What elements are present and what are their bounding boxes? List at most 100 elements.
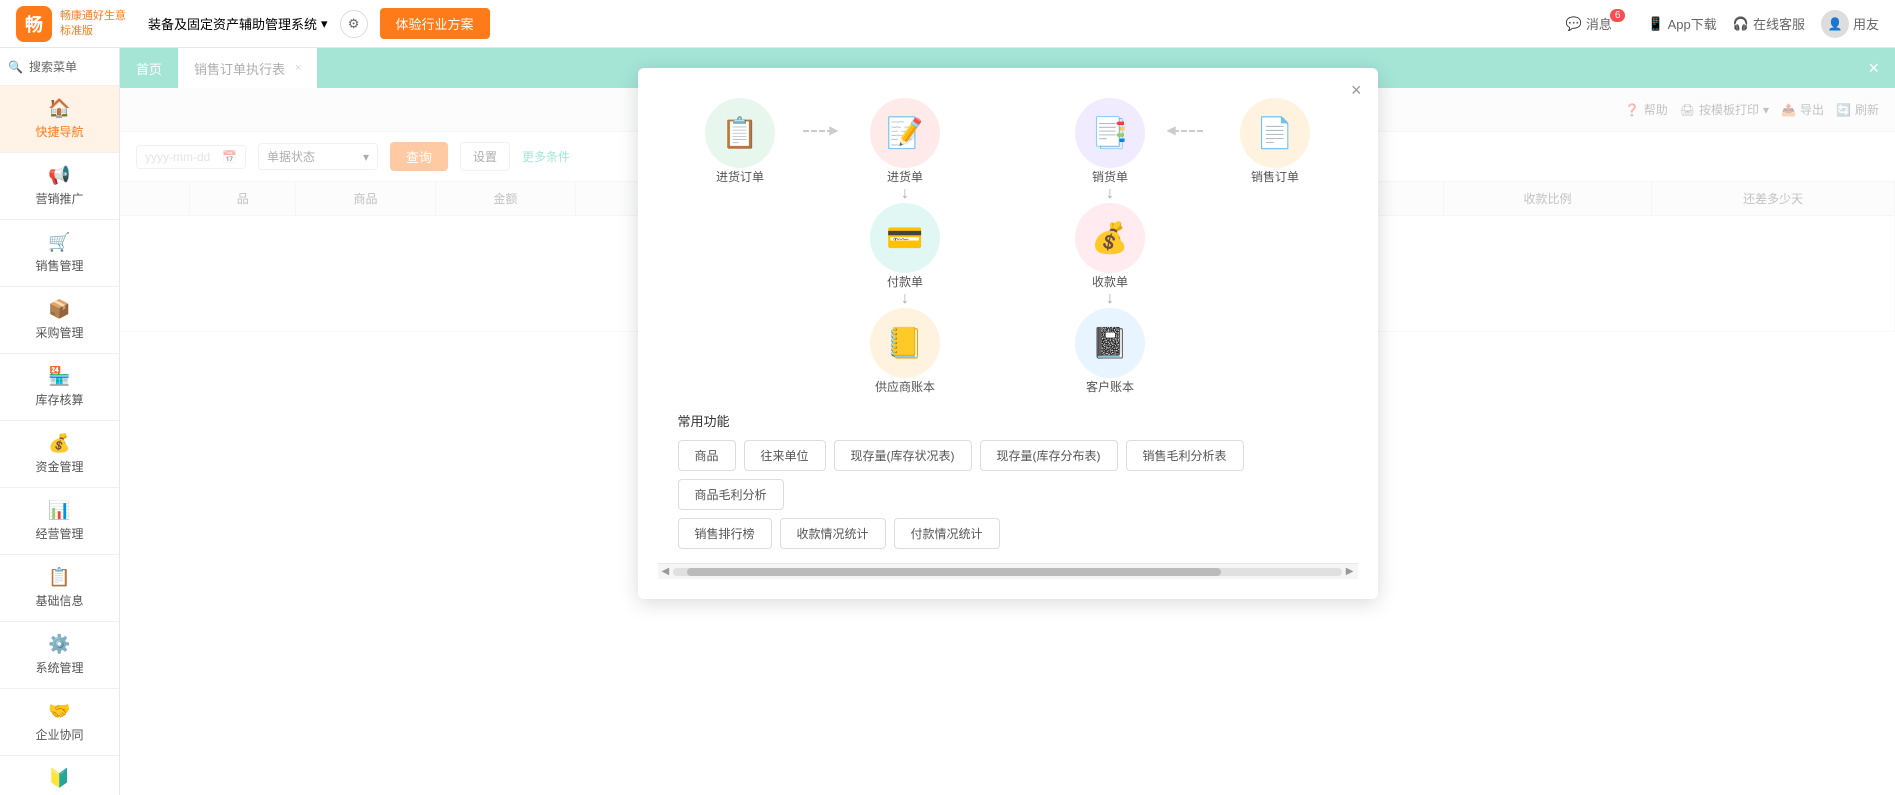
flow-diagram-row3: 💳 付款单 💰 收款单 — [658, 203, 1358, 290]
supplier-ledger-label: 供应商账本 — [875, 378, 935, 395]
purchase-bill-label: 进货单 — [887, 168, 923, 185]
sales-order-circle: 📄 — [1240, 98, 1310, 168]
message-badge: 6 — [1610, 9, 1626, 22]
flow-node-purchase-order[interactable]: 📋 进货订单 — [678, 98, 803, 185]
payment-circle: 💳 — [870, 203, 940, 273]
sidebar-item-inventory[interactable]: 🏪 库存核算 — [0, 354, 119, 421]
cf-btn-payment-stats[interactable]: 付款情况统计 — [894, 518, 1000, 549]
settings-icon[interactable]: ⚙ — [340, 10, 368, 38]
scroll-right-icon[interactable]: ▶ — [1346, 566, 1354, 577]
inventory-icon: 🏪 — [48, 366, 70, 387]
modal-overlay: × 📋 进货订单 ▶ 📝 进货单 — [120, 48, 1895, 795]
sidebar-item-finance[interactable]: 💰 资金管理 — [0, 421, 119, 488]
headset-icon: 🎧 — [1733, 16, 1749, 32]
sidebar-item-quick-nav[interactable]: 🏠 快捷导航 — [0, 86, 119, 153]
sidebar-item-basic[interactable]: 📋 基础信息 — [0, 555, 119, 622]
arrow-down-pb: ↓ — [843, 185, 968, 203]
cf-btn-goods[interactable]: 商品 — [678, 440, 736, 471]
system-title: 装备及固定资产辅助管理系统 — [148, 14, 317, 33]
empty-r3-4 — [1173, 203, 1213, 290]
scroll-track[interactable] — [673, 568, 1342, 576]
enterprise-icon: 🤝 — [48, 701, 70, 722]
purchase-order-circle: 📋 — [705, 98, 775, 168]
purchase-order-label: 进货订单 — [716, 168, 764, 185]
sales-bill-circle: 📑 — [1075, 98, 1145, 168]
sidebar: 🔍 搜索菜单 🏠 快捷导航 📢 营销推广 🛒 销售管理 📦 采购管理 🏪 库存核… — [0, 48, 120, 795]
empty-r3-3 — [968, 203, 1048, 290]
logo-icon: 畅 — [16, 6, 52, 42]
modal-close-button[interactable]: × — [1351, 80, 1362, 101]
scroll-thumb — [687, 568, 1222, 576]
arrow-down-sb: ↓ — [1048, 185, 1173, 203]
empty-va7 — [803, 290, 843, 308]
logo-area: 畅 畅康通好生意 标准版 — [16, 6, 136, 42]
sidebar-item-label: 营销推广 — [35, 190, 83, 207]
empty-va10 — [1213, 290, 1338, 308]
flow-node-customer-ledger[interactable]: 📓 客户账本 — [1048, 308, 1173, 395]
sidebar-item-system[interactable]: ⚙️ 系统管理 — [0, 622, 119, 689]
receipt-label: 收款单 — [1092, 273, 1128, 290]
empty-r3-5 — [1213, 203, 1338, 290]
empty-r3-1 — [678, 203, 803, 290]
dropdown-arrow-icon: ▾ — [321, 16, 328, 32]
empty-va1 — [678, 185, 803, 203]
search-menu[interactable]: 🔍 搜索菜单 — [0, 48, 119, 86]
sidebar-item-enterprise[interactable]: 🤝 企业协同 — [0, 689, 119, 756]
cf-btn-sales-ranking[interactable]: 销售排行榜 — [678, 518, 772, 549]
cf-btn-receipt-stats[interactable]: 收款情况统计 — [780, 518, 886, 549]
modal-scrollbar: ◀ ▶ — [658, 563, 1358, 579]
sidebar-item-label: 经营管理 — [35, 525, 83, 542]
user-action[interactable]: 👤 用友 — [1821, 10, 1879, 38]
receipt-circle: 💰 — [1075, 203, 1145, 273]
arrow-po-pb: ▶ — [803, 130, 843, 154]
common-buttons-group2: 销售排行榜 收款情况统计 付款情况统计 — [678, 518, 1338, 549]
sidebar-item-operation[interactable]: 📊 经营管理 — [0, 488, 119, 555]
cf-btn-goods-gross[interactable]: 商品毛利分析 — [678, 479, 784, 510]
empty-va2 — [803, 185, 843, 203]
flow-node-purchase-bill[interactable]: 📝 进货单 — [843, 98, 968, 185]
message-action[interactable]: 💬 消息 6 — [1566, 14, 1632, 33]
trial-button[interactable]: 体验行业方案 — [380, 8, 490, 39]
sidebar-item-label: 快捷导航 — [35, 123, 83, 140]
message-label: 消息 — [1586, 14, 1612, 33]
scroll-left-icon[interactable]: ◀ — [662, 566, 670, 577]
flow-diagram-row1: 📋 进货订单 ▶ 📝 进货单 📑 — [658, 88, 1358, 185]
system-icon: ⚙️ — [48, 634, 70, 655]
empty-va8 — [968, 290, 1048, 308]
sidebar-item-label: 企业协同 — [35, 726, 83, 743]
purchase-icon: 📦 — [48, 299, 70, 320]
customer-ledger-label: 客户账本 — [1086, 378, 1134, 395]
online-service-label: 在线客服 — [1753, 14, 1805, 33]
sidebar-item-label: 基础信息 — [35, 592, 83, 609]
app-download-action[interactable]: 📱 App下载 — [1647, 14, 1716, 33]
cf-btn-inventory-dist[interactable]: 现存量(库存分布表) — [980, 440, 1118, 471]
flow-node-sales-order[interactable]: 📄 销售订单 — [1213, 98, 1338, 185]
supplier-ledger-circle: 📒 — [870, 308, 940, 378]
app-download-label: App下载 — [1668, 14, 1717, 33]
flow-diagram-row5: 📒 供应商账本 📓 客户账本 — [658, 308, 1358, 395]
operation-icon: 📊 — [48, 500, 70, 521]
flow-node-receipt[interactable]: 💰 收款单 — [1048, 203, 1173, 290]
modal-box: × 📋 进货订单 ▶ 📝 进货单 — [638, 68, 1378, 599]
cf-btn-sales-gross[interactable]: 销售毛利分析表 — [1126, 440, 1244, 471]
cf-btn-partner[interactable]: 往来单位 — [744, 440, 826, 471]
sidebar-item-sales[interactable]: 🛒 销售管理 — [0, 220, 119, 287]
sidebar-item-purchase[interactable]: 📦 采购管理 — [0, 287, 119, 354]
arrow-down-rec: ↓ — [1048, 290, 1173, 308]
flow-node-supplier-ledger[interactable]: 📒 供应商账本 — [843, 308, 968, 395]
flow-node-payment[interactable]: 💳 付款单 — [843, 203, 968, 290]
logo-text: 畅康通好生意 标准版 — [60, 9, 126, 38]
sidebar-item-label: 资金管理 — [35, 458, 83, 475]
app-icon: 📱 — [1647, 16, 1663, 32]
online-service-action[interactable]: 🎧 在线客服 — [1733, 14, 1805, 33]
system-title-dropdown[interactable]: 装备及固定资产辅助管理系统 ▾ — [148, 14, 328, 33]
empty-r5-2 — [803, 308, 843, 395]
avatar: 👤 — [1821, 10, 1849, 38]
sidebar-item-marketing[interactable]: 📢 营销推广 — [0, 153, 119, 220]
payment-label: 付款单 — [887, 273, 923, 290]
sales-order-label: 销售订单 — [1251, 168, 1299, 185]
sidebar-item-newbie[interactable]: 🔰 新手引导 — [0, 756, 119, 795]
newbie-icon: 🔰 — [48, 768, 70, 789]
cf-btn-inventory-status[interactable]: 现存量(库存状况表) — [834, 440, 972, 471]
flow-node-sales-bill[interactable]: 📑 销货单 — [1048, 98, 1173, 185]
